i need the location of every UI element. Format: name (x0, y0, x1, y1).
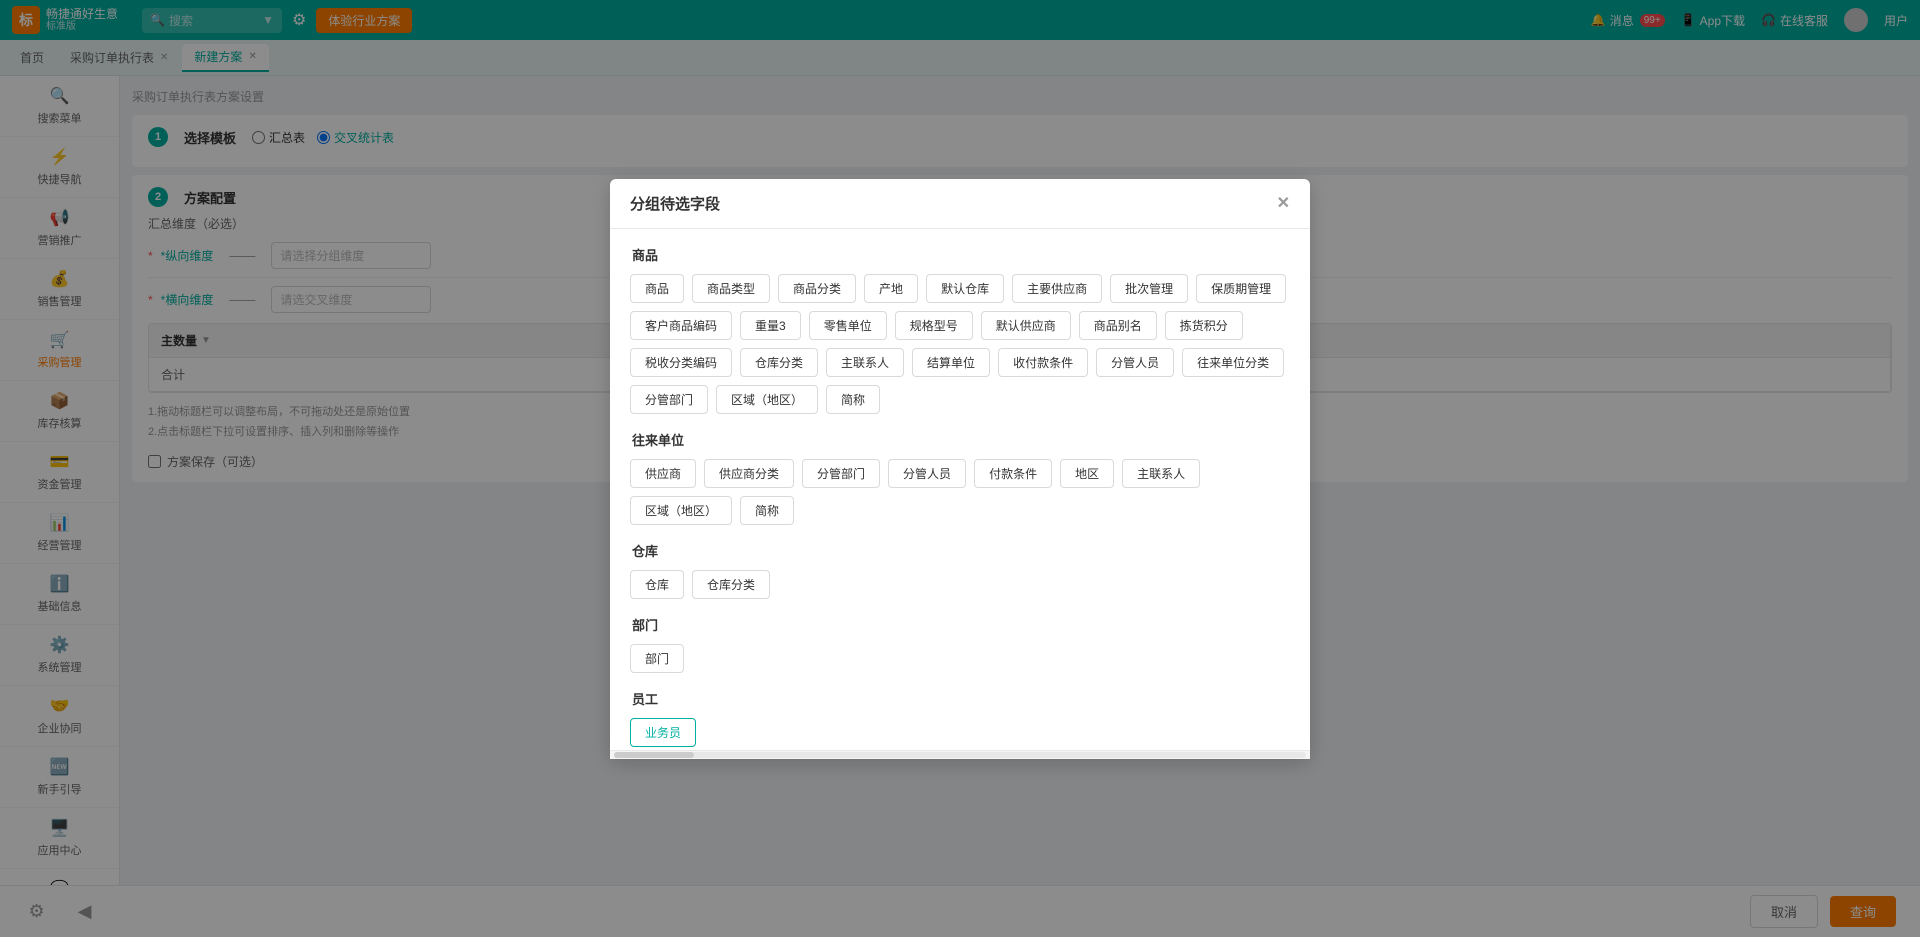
field-tag[interactable]: 主要供应商 (1012, 274, 1102, 303)
field-tag[interactable]: 结算单位 (912, 348, 990, 377)
field-tag[interactable]: 商品类型 (692, 274, 770, 303)
field-tag[interactable]: 重量3 (740, 311, 801, 340)
modal-close-button[interactable]: ✕ (1277, 193, 1290, 213)
field-tag[interactable]: 仓库 (630, 570, 684, 599)
modal-header: 分组待选字段 ✕ (610, 179, 1310, 229)
field-tag[interactable]: 主联系人 (1122, 459, 1200, 488)
section-warehouse: 仓库 仓库 仓库分类 (630, 541, 1290, 599)
field-tag[interactable]: 主联系人 (826, 348, 904, 377)
field-tags-partner: 供应商 供应商分类 分管部门 分管人员 付款条件 地区 主联系人 区域（地区） … (630, 459, 1290, 525)
modal-title: 分组待选字段 (630, 193, 720, 214)
field-tag[interactable]: 付款条件 (974, 459, 1052, 488)
field-tag[interactable]: 收付款条件 (998, 348, 1088, 377)
field-tag[interactable]: 仓库分类 (740, 348, 818, 377)
section-partner: 往来单位 供应商 供应商分类 分管部门 分管人员 付款条件 地区 主联系人 区域… (630, 430, 1290, 525)
modal-dialog: 分组待选字段 ✕ 商品 商品 商品类型 商品分类 产地 默认仓库 主要供应商 批… (610, 179, 1310, 759)
modal-horizontal-scrollbar[interactable] (610, 750, 1310, 758)
field-tag[interactable]: 客户商品编码 (630, 311, 732, 340)
section-title-warehouse: 仓库 (630, 541, 1290, 560)
modal-overlay: 分组待选字段 ✕ 商品 商品 商品类型 商品分类 产地 默认仓库 主要供应商 批… (0, 0, 1920, 937)
section-title-employee: 员工 (630, 689, 1290, 708)
field-tag[interactable]: 分管人员 (888, 459, 966, 488)
field-tags-employee: 业务员 (630, 718, 1290, 747)
field-tags-product: 商品 商品类型 商品分类 产地 默认仓库 主要供应商 批次管理 保质期管理 客户… (630, 274, 1290, 414)
modal-body: 商品 商品 商品类型 商品分类 产地 默认仓库 主要供应商 批次管理 保质期管理… (610, 229, 1310, 751)
field-tag[interactable]: 商品分类 (778, 274, 856, 303)
field-tag[interactable]: 分管部门 (630, 385, 708, 414)
field-tag[interactable]: 保质期管理 (1196, 274, 1286, 303)
field-tag[interactable]: 部门 (630, 644, 684, 673)
field-tag[interactable]: 往来单位分类 (1182, 348, 1284, 377)
section-department: 部门 部门 (630, 615, 1290, 673)
field-tag[interactable]: 地区 (1060, 459, 1114, 488)
field-tag[interactable]: 批次管理 (1110, 274, 1188, 303)
field-tag[interactable]: 默认供应商 (981, 311, 1071, 340)
field-tag[interactable]: 拣货积分 (1165, 311, 1243, 340)
section-title-product: 商品 (630, 245, 1290, 264)
field-tag[interactable]: 商品 (630, 274, 684, 303)
field-tag[interactable]: 商品别名 (1079, 311, 1157, 340)
field-tag[interactable]: 规格型号 (895, 311, 973, 340)
field-tag[interactable]: 零售单位 (809, 311, 887, 340)
field-tag[interactable]: 业务员 (630, 718, 696, 747)
field-tag[interactable]: 供应商分类 (704, 459, 794, 488)
field-tags-department: 部门 (630, 644, 1290, 673)
field-tag[interactable]: 简称 (826, 385, 880, 414)
field-tag[interactable]: 供应商 (630, 459, 696, 488)
field-tag[interactable]: 税收分类编码 (630, 348, 732, 377)
field-tag[interactable]: 分管人员 (1096, 348, 1174, 377)
field-tag[interactable]: 产地 (864, 274, 918, 303)
section-product: 商品 商品 商品类型 商品分类 产地 默认仓库 主要供应商 批次管理 保质期管理… (630, 245, 1290, 414)
field-tag[interactable]: 区域（地区） (630, 496, 732, 525)
section-title-partner: 往来单位 (630, 430, 1290, 449)
section-employee: 员工 业务员 (630, 689, 1290, 747)
section-title-department: 部门 (630, 615, 1290, 634)
field-tag[interactable]: 仓库分类 (692, 570, 770, 599)
field-tags-warehouse: 仓库 仓库分类 (630, 570, 1290, 599)
field-tag[interactable]: 简称 (740, 496, 794, 525)
field-tag[interactable]: 默认仓库 (926, 274, 1004, 303)
field-tag[interactable]: 区域（地区） (716, 385, 818, 414)
field-tag[interactable]: 分管部门 (802, 459, 880, 488)
